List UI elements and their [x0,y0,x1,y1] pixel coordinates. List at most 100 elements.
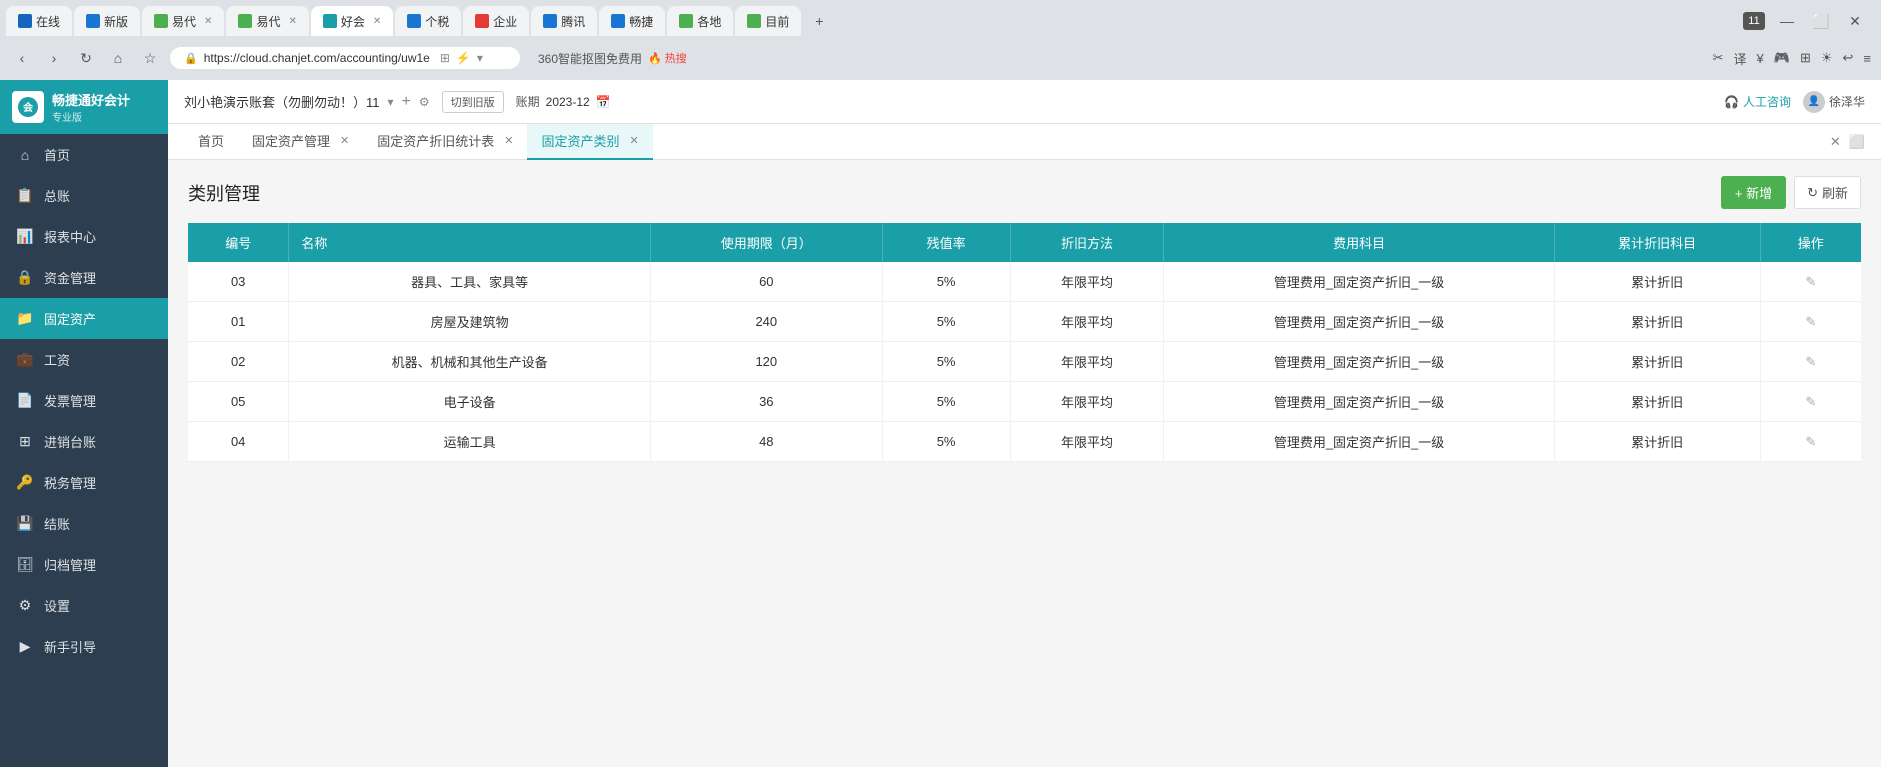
cut-icon[interactable]: ✂ [1713,50,1724,66]
tab-favicon-11 [747,14,761,28]
url-bar[interactable]: 🔒 https://cloud.chanjet.com/accounting/u… [170,47,520,69]
cell-residual-2: 5% [882,342,1010,382]
close-icon-3[interactable]: ✕ [204,16,212,27]
tax-icon: 🔑 [16,474,34,492]
customer-service-button[interactable]: 🎧 人工咨询 [1724,93,1791,110]
sidebar-item-archive[interactable]: 🗄 归档管理 [0,544,168,585]
tab-favicon-7 [475,14,489,28]
close-tab-fixed-mgmt-icon[interactable]: ✕ [340,134,349,147]
browser-maximize-button[interactable]: ⬜ [1809,9,1833,33]
browser-tab-5[interactable]: 好会 ✕ [311,6,393,36]
switch-version-button[interactable]: 切到旧版 [442,91,504,113]
edit-icon-4[interactable]: ✎ [1805,434,1816,449]
user-account[interactable]: 👤 徐泽华 [1803,91,1865,113]
browser-minimize-button[interactable]: — [1775,9,1799,33]
maximize-window-icon[interactable]: ⬜ [1849,134,1865,150]
edit-icon-1[interactable]: ✎ [1805,314,1816,329]
invoice-icon: 📄 [16,392,34,410]
sun-icon[interactable]: ☀ [1821,50,1833,66]
browser-close-button[interactable]: ✕ [1843,9,1867,33]
browser-tab-7[interactable]: 企业 [463,6,529,36]
settings-icon: ⚙ [16,597,34,615]
cell-expense-0: 管理费用_固定资产折旧_一级 [1164,262,1554,302]
dropdown-icon[interactable]: ▾ [477,51,483,65]
tab-fullscreen-controls: ✕ ⬜ [1830,134,1865,150]
cell-action-0[interactable]: ✎ [1760,262,1861,302]
reload-button[interactable]: ↻ [74,46,98,70]
game-icon[interactable]: 🎮 [1774,50,1790,66]
sidebar-item-home[interactable]: ⌂ 首页 [0,134,168,175]
tab-label-6: 个税 [425,13,449,30]
ledger-icon: 📋 [16,187,34,205]
browser-tab-3[interactable]: 易代 ✕ [142,6,224,36]
browser-tab-10[interactable]: 各地 [667,6,733,36]
calendar-icon[interactable]: 📅 [596,95,611,109]
cell-method-0: 年限平均 [1010,262,1164,302]
bookmark-button[interactable]: ☆ [138,46,162,70]
cell-code-0[interactable]: 03 [188,262,289,302]
edit-icon-0[interactable]: ✎ [1805,274,1816,289]
back-button[interactable]: ‹ [10,46,34,70]
history-icon[interactable]: ↩ [1843,50,1854,66]
browser-tab-11[interactable]: 目前 [735,6,801,36]
sidebar: 会 畅捷通好会计 专业版 ⌂ 首页 📋 总账 📊 报表中心 🔒 资金管理 [0,80,168,767]
close-window-icon[interactable]: ✕ [1830,134,1841,150]
tab-count-badge[interactable]: 11 [1743,12,1765,30]
translate-icon[interactable]: 译 [1734,49,1747,68]
sidebar-item-tax[interactable]: 🔑 税务管理 [0,462,168,503]
cell-code-1[interactable]: 01 [188,302,289,342]
menu-icon[interactable]: ≡ [1863,51,1871,66]
sidebar-item-guide[interactable]: ▶ 新手引导 [0,626,168,667]
table-row: 01 房屋及建筑物 240 5% 年限平均 管理费用_固定资产折旧_一级 累计折… [188,302,1861,342]
forward-button[interactable]: › [42,46,66,70]
browser-tab-2[interactable]: 新版 [74,6,140,36]
sidebar-item-fund[interactable]: 🔒 资金管理 [0,257,168,298]
tab-category[interactable]: 固定资产类别 ✕ [527,124,652,160]
col-header-months: 使用期限（月） [650,223,882,262]
sidebar-item-report[interactable]: 📊 报表中心 [0,216,168,257]
hot-search-badge: 🔥 热搜 [648,50,687,66]
edit-icon-2[interactable]: ✎ [1805,354,1816,369]
close-tab-depreciation-icon[interactable]: ✕ [504,134,513,147]
cell-code-2[interactable]: 02 [188,342,289,382]
close-icon-4[interactable]: ✕ [288,16,296,27]
refresh-button[interactable]: ↻ 刷新 [1794,176,1861,209]
new-tab-button[interactable]: + [807,9,831,33]
cell-action-4[interactable]: ✎ [1760,422,1861,462]
home-button[interactable]: ⌂ [106,46,130,70]
sidebar-item-fixed[interactable]: 📁 固定资产 [0,298,168,339]
tab-fixed-mgmt[interactable]: 固定资产管理 ✕ [238,124,363,160]
gear-icon[interactable]: ⚙ [419,95,430,109]
cell-method-3: 年限平均 [1010,382,1164,422]
tab-home[interactable]: 首页 [184,124,238,160]
close-icon-5[interactable]: ✕ [373,16,381,27]
new-category-button[interactable]: + 新增 [1721,176,1786,209]
cell-action-3[interactable]: ✎ [1760,382,1861,422]
close-tab-category-icon[interactable]: ✕ [630,134,639,147]
sidebar-item-checkout[interactable]: 💾 结账 [0,503,168,544]
cell-code-3[interactable]: 05 [188,382,289,422]
cell-code-4[interactable]: 04 [188,422,289,462]
browser-tab-4[interactable]: 易代 ✕ [226,6,308,36]
edit-icon-3[interactable]: ✎ [1805,394,1816,409]
tab-depreciation[interactable]: 固定资产折旧统计表 ✕ [363,124,527,160]
sidebar-item-payroll[interactable]: 💼 工资 [0,339,168,380]
cell-action-2[interactable]: ✎ [1760,342,1861,382]
sidebar-item-settings[interactable]: ⚙ 设置 [0,585,168,626]
tab-label-7: 企业 [493,13,517,30]
currency-icon[interactable]: ¥ [1757,51,1764,66]
browser-tab-1[interactable]: 在线 [6,6,72,36]
cell-action-1[interactable]: ✎ [1760,302,1861,342]
dropdown-chevron-icon[interactable]: ▾ [388,95,394,109]
add-button[interactable]: + [402,93,411,111]
col-header-depreciation: 累计折旧科目 [1554,223,1760,262]
cell-months-1: 240 [650,302,882,342]
browser-tab-9[interactable]: 畅捷 [599,6,665,36]
browser-tab-6[interactable]: 个税 [395,6,461,36]
sidebar-item-ledger[interactable]: 📋 总账 [0,175,168,216]
browser-tab-8[interactable]: 腾讯 [531,6,597,36]
sidebar-item-invoice[interactable]: 📄 发票管理 [0,380,168,421]
grid-icon[interactable]: ⊞ [1800,50,1811,66]
sidebar-item-purchase[interactable]: ⊞ 进销台账 [0,421,168,462]
col-header-expense: 费用科目 [1164,223,1554,262]
